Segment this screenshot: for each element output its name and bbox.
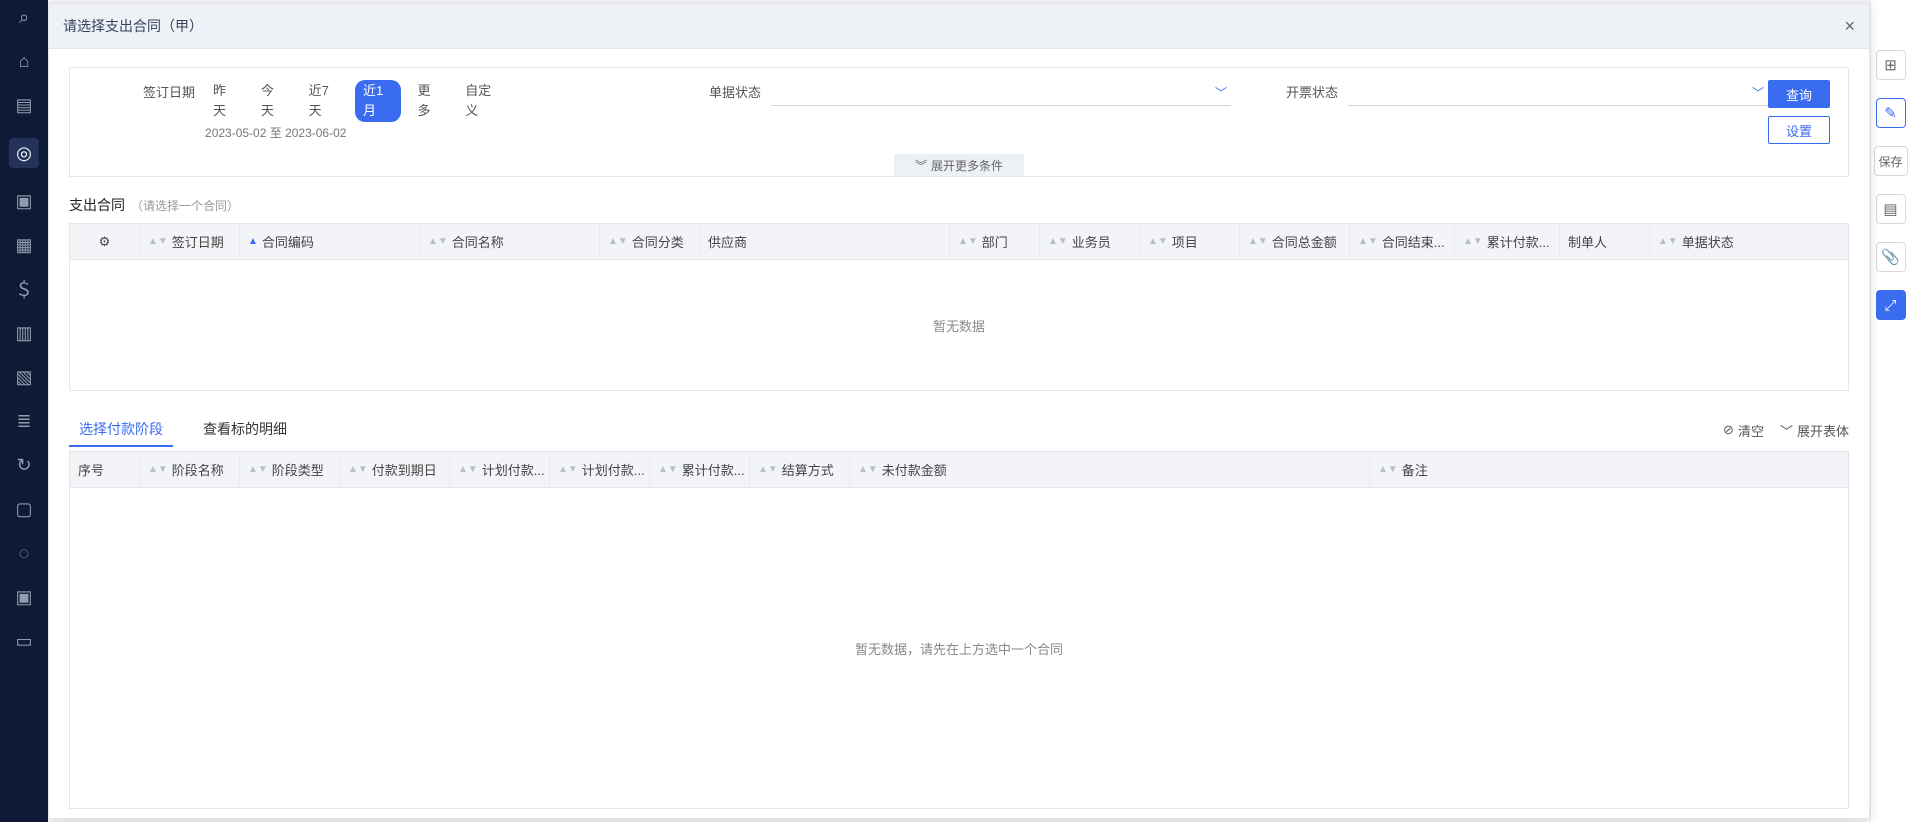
contract-section-header: 支出合同 （请选择一个合同）	[69, 195, 1849, 215]
sort-icon[interactable]: ▲▼	[608, 238, 628, 246]
date-opt-1m[interactable]: 近1月	[355, 80, 401, 122]
refresh-icon[interactable]: ↻	[13, 454, 35, 476]
chevron-down-icon: ﹀	[1780, 421, 1793, 440]
contract-section-title: 支出合同	[69, 195, 125, 215]
sort-icon[interactable]: ▲	[248, 238, 258, 246]
bill-status-select[interactable]: ﹀	[771, 80, 1231, 106]
sort-icon[interactable]: ▲▼	[148, 238, 168, 246]
detail-tabs: 选择付款阶段 查看标的明细 ⊘清空 ﹀展开表体	[69, 413, 1849, 447]
sort-icon[interactable]: ▲▼	[348, 466, 368, 474]
contract-section-hint: （请选择一个合同）	[131, 197, 239, 214]
sort-icon[interactable]: ▲▼	[558, 466, 578, 474]
date-opt-today[interactable]: 今天	[253, 80, 293, 122]
tab-payment-stage[interactable]: 选择付款阶段	[69, 413, 173, 447]
sort-icon[interactable]: ▲▼	[1658, 238, 1678, 246]
tab-subject-detail[interactable]: 查看标的明细	[193, 413, 297, 447]
settings-button[interactable]: 设置	[1768, 116, 1830, 144]
sort-icon[interactable]: ▲▼	[428, 238, 448, 246]
doc-icon[interactable]: ▣	[13, 190, 35, 212]
box-icon[interactable]: ▣	[13, 586, 35, 608]
date-options: 昨天 今天 近7天 近1月 更多 自定义	[205, 80, 509, 122]
sort-icon[interactable]: ▲▼	[148, 466, 168, 474]
bill-status-label: 单据状态	[709, 80, 761, 106]
modal-header: 请选择支出合同（甲） ×	[49, 4, 1869, 49]
contract-table-head: ⚙ ▲▼签订日期 ▲合同编码 ▲▼合同名称 ▲▼合同分类 供应商 ▲▼部门 ▲▼…	[70, 224, 1848, 260]
building-icon[interactable]: ▥	[13, 322, 35, 344]
filter-panel: 签订日期 昨天 今天 近7天 近1月 更多 自定义 2023-05-02 至 2…	[69, 67, 1849, 177]
date-range: 2023-05-02 至 2023-06-02	[205, 124, 509, 141]
media-icon[interactable]: ▭	[13, 630, 35, 652]
modal-title: 请选择支出合同（甲）	[63, 16, 203, 36]
chevron-down-icon: ﹀	[1215, 84, 1227, 101]
share-icon[interactable]: ⤢	[1876, 290, 1906, 320]
more1-icon[interactable]: ▢	[13, 498, 35, 520]
home-icon[interactable]: ⌂	[13, 50, 35, 72]
contract-table: ⚙ ▲▼签订日期 ▲合同编码 ▲▼合同名称 ▲▼合同分类 供应商 ▲▼部门 ▲▼…	[69, 223, 1849, 391]
sort-icon[interactable]: ▲▼	[248, 466, 268, 474]
save-sidebar-button[interactable]: 保存	[1874, 146, 1908, 176]
select-contract-modal: 请选择支出合同（甲） × 签订日期 昨天 今天 近7天 近1月 更多 自定义	[48, 3, 1870, 819]
double-chevron-down-icon: ︾	[915, 157, 927, 174]
search-icon[interactable]: ⌕	[13, 6, 35, 28]
clear-button[interactable]: ⊘清空	[1723, 421, 1764, 440]
sort-icon[interactable]: ▲▼	[1378, 466, 1398, 474]
contract-icon[interactable]: ◎	[9, 138, 39, 168]
sort-icon[interactable]: ▲▼	[458, 466, 478, 474]
attachment-icon[interactable]: 📎	[1876, 242, 1906, 272]
contract-table-empty: 暂无数据	[70, 260, 1848, 390]
date-opt-yesterday[interactable]: 昨天	[205, 80, 245, 122]
clear-icon: ⊘	[1723, 422, 1734, 438]
settings-icon[interactable]: ▧	[13, 366, 35, 388]
sort-icon[interactable]: ▲▼	[758, 466, 778, 474]
sort-icon[interactable]: ▲▼	[958, 238, 978, 246]
right-tool-rail: ⊞ ✎ 保存 ▤ 📎 ⤢	[1870, 0, 1910, 822]
gear-icon[interactable]: ⚙	[99, 234, 111, 250]
list-icon[interactable]: ≣	[13, 410, 35, 432]
sort-icon[interactable]: ▲▼	[858, 466, 878, 474]
date-opt-7d[interactable]: 近7天	[301, 80, 347, 122]
chevron-down-icon: ﹀	[1752, 84, 1764, 101]
stage-table-empty: 暂无数据，请先在上方选中一个合同	[70, 488, 1848, 808]
date-opt-more[interactable]: 更多	[409, 80, 449, 122]
note-icon[interactable]: ▤	[1876, 194, 1906, 224]
expand-body-button[interactable]: ﹀展开表体	[1780, 421, 1849, 440]
report-icon[interactable]: ▦	[13, 234, 35, 256]
sort-icon[interactable]: ▲▼	[1358, 238, 1378, 246]
sort-icon[interactable]: ▲▼	[1248, 238, 1268, 246]
invoice-status-label: 开票状态	[1286, 80, 1338, 106]
left-nav-rail: ⌕ ⌂ ▤ ◎ ▣ ▦ ＄ ▥ ▧ ≣ ↻ ▢ ◌ ▣ ▭	[0, 0, 48, 822]
sign-date-label: 签订日期	[143, 80, 195, 106]
close-icon[interactable]: ×	[1844, 16, 1855, 37]
stage-table: 序号 ▲▼阶段名称 ▲▼阶段类型 ▲▼付款到期日 ▲▼计划付款... ▲▼计划付…	[69, 451, 1849, 809]
date-opt-custom[interactable]: 自定义	[457, 80, 509, 122]
layout-icon[interactable]: ⊞	[1876, 50, 1906, 80]
analytics-icon[interactable]: ▤	[13, 94, 35, 116]
finance-icon[interactable]: ＄	[13, 278, 35, 300]
query-button[interactable]: 查询	[1768, 80, 1830, 108]
sync-icon[interactable]: ◌	[13, 542, 35, 564]
sort-icon[interactable]: ▲▼	[658, 466, 678, 474]
sort-icon[interactable]: ▲▼	[1463, 238, 1483, 246]
expand-conditions[interactable]: ︾ 展开更多条件	[894, 154, 1024, 176]
edit-icon[interactable]: ✎	[1876, 98, 1906, 128]
sort-icon[interactable]: ▲▼	[1048, 238, 1068, 246]
sort-icon[interactable]: ▲▼	[1148, 238, 1168, 246]
invoice-status-select[interactable]: ﹀	[1348, 80, 1768, 106]
stage-table-head: 序号 ▲▼阶段名称 ▲▼阶段类型 ▲▼付款到期日 ▲▼计划付款... ▲▼计划付…	[70, 452, 1848, 488]
